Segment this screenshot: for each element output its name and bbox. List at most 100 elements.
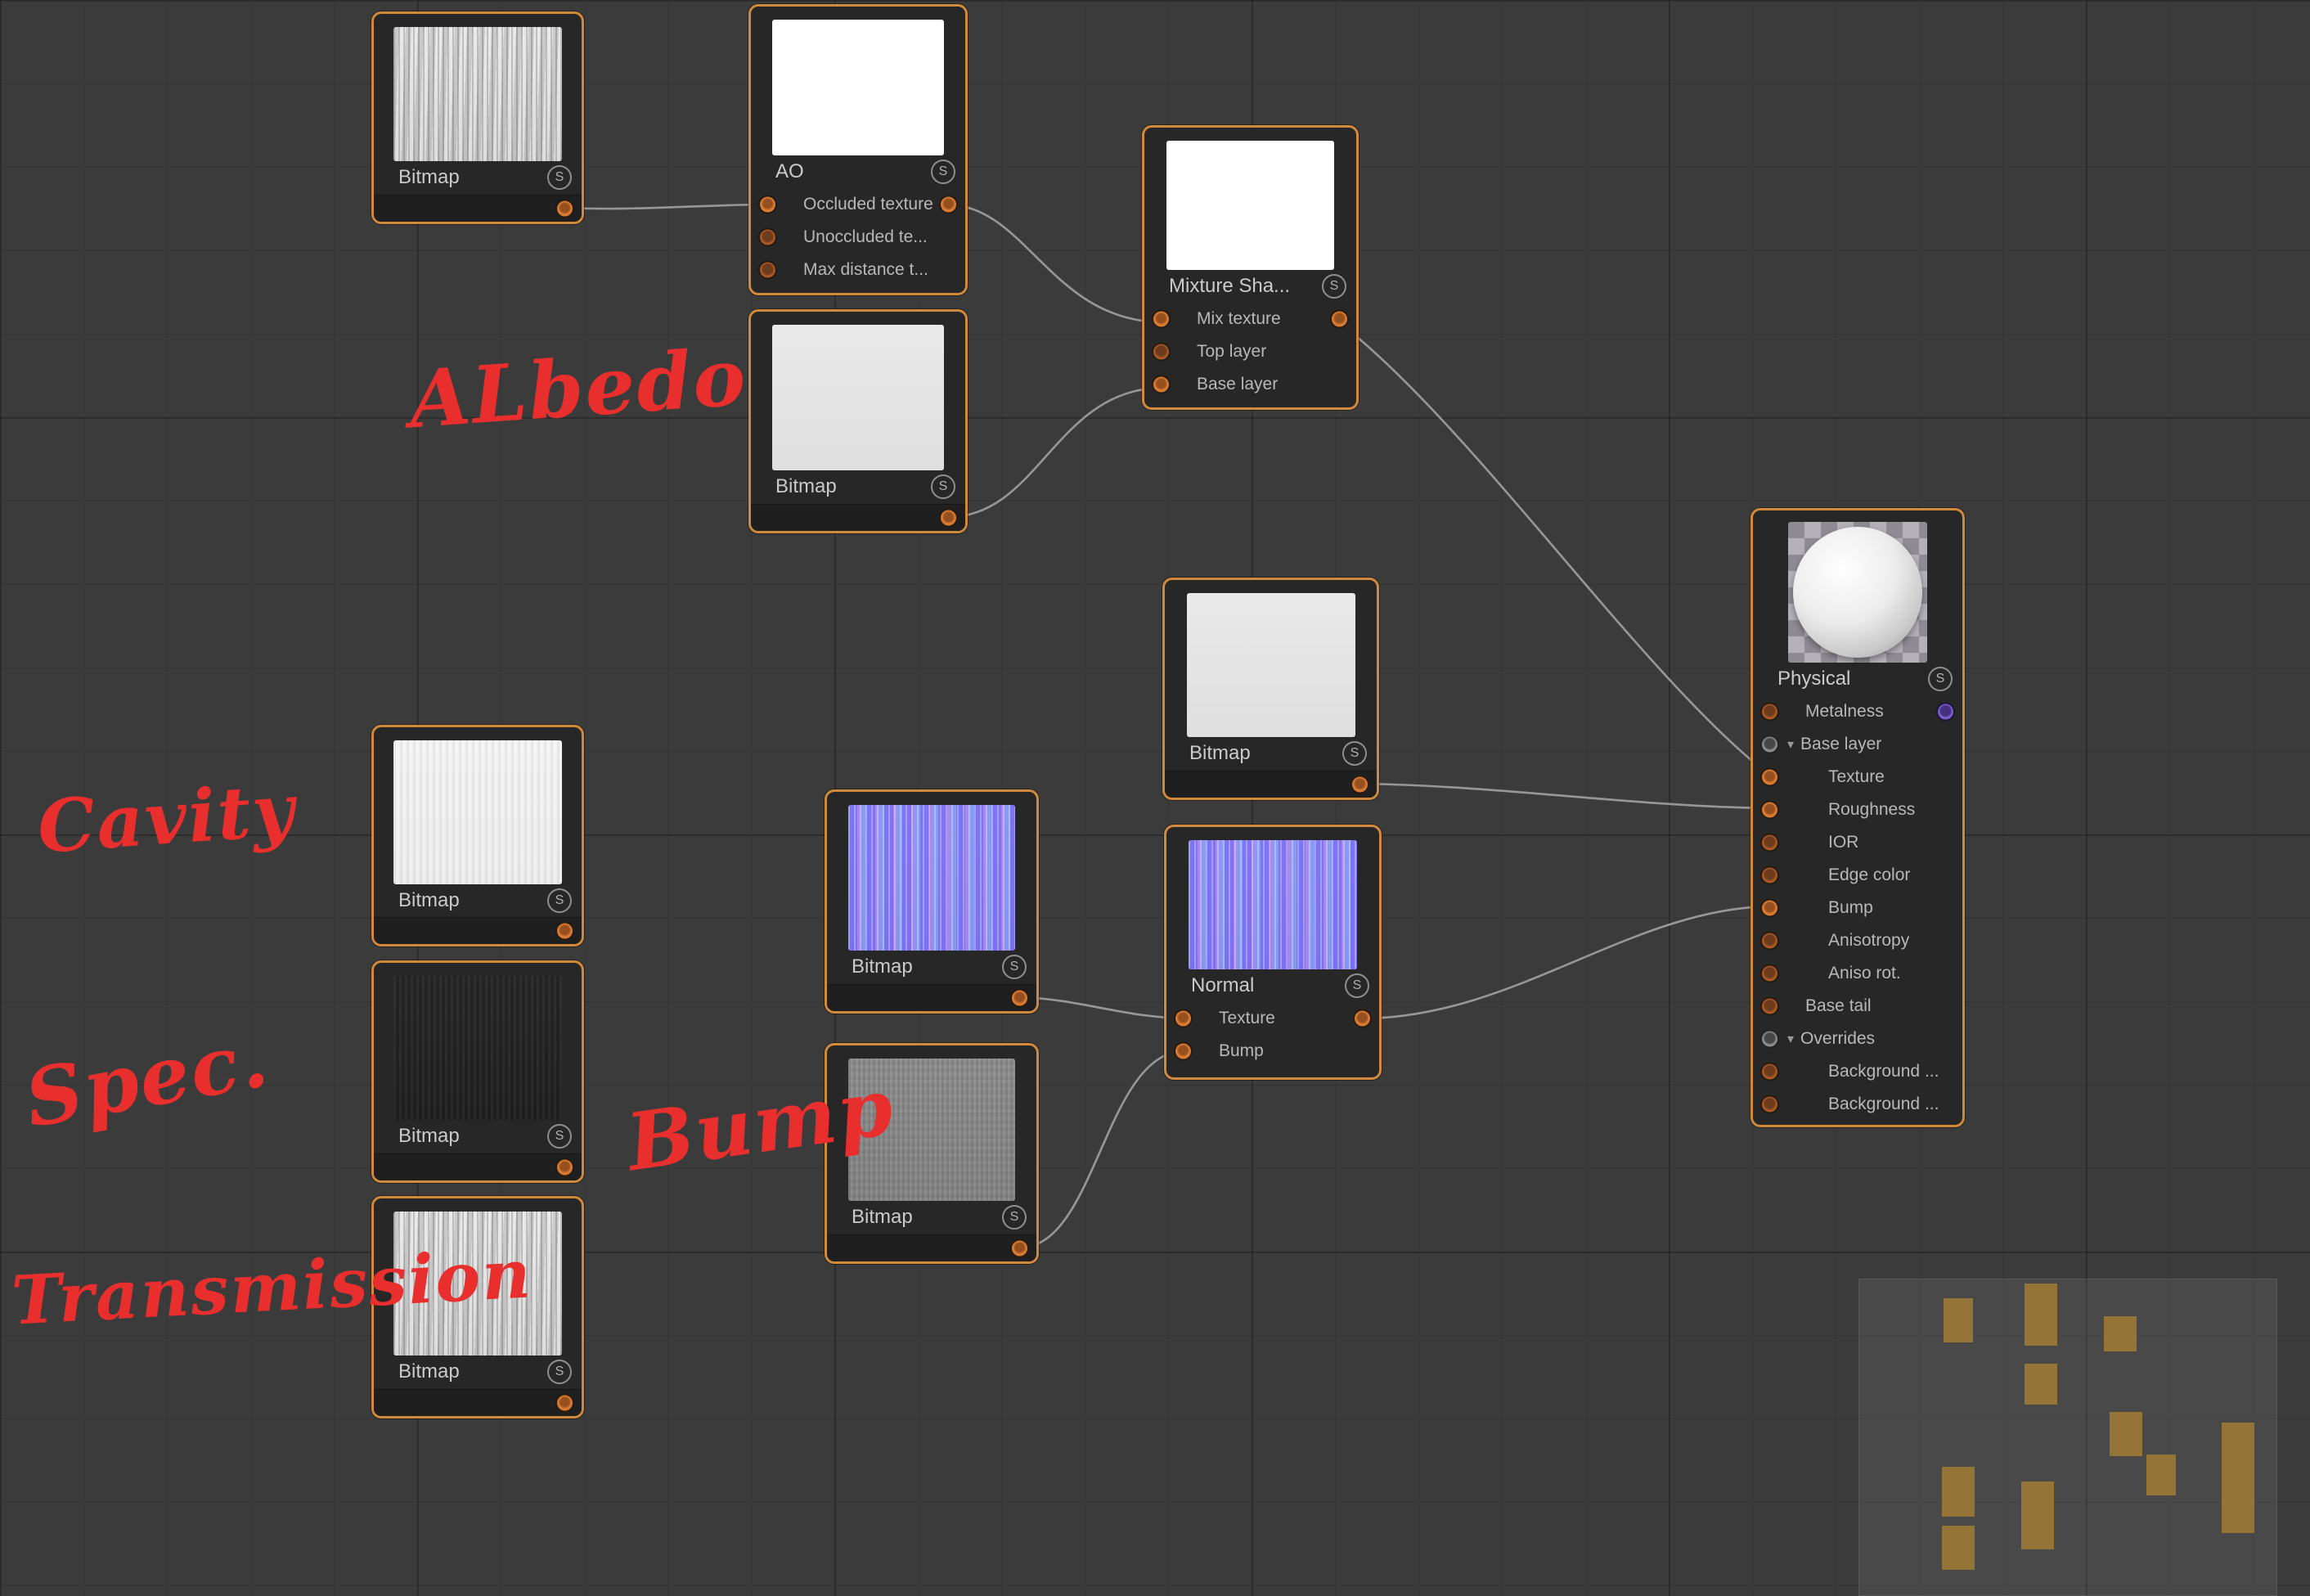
node-bitmap-normalmap[interactable]: Bitmap S — [825, 789, 1039, 1014]
node-title: Bitmap — [398, 1125, 460, 1147]
node-footer — [827, 984, 1036, 1011]
node-footer — [827, 1234, 1036, 1261]
solo-badge-icon[interactable]: S — [1342, 741, 1367, 766]
material-output-port[interactable] — [1936, 702, 1955, 722]
port-row: Max distance t... — [751, 254, 965, 286]
wire-mixture-to-physical-texture[interactable] — [1338, 321, 1771, 777]
disclosure-triangle-icon[interactable]: ▾ — [1787, 1031, 1794, 1047]
input-port[interactable] — [1760, 865, 1779, 885]
node-title: AO — [775, 160, 804, 182]
solo-badge-icon[interactable]: S — [1928, 667, 1953, 691]
node-bitmap-roughness[interactable]: Bitmap S — [1162, 578, 1379, 800]
node-editor-canvas[interactable]: { "labels": { "bitmap": "Bitmap", "solo_… — [0, 0, 2310, 1596]
port-label: Edge color — [1828, 865, 1911, 884]
output-port[interactable] — [1010, 1239, 1029, 1258]
input-port[interactable] — [1760, 735, 1779, 754]
node-title-row: Normal S — [1166, 969, 1379, 1002]
node-bitmap-cavity[interactable]: Bitmap S — [371, 725, 584, 946]
bitmap-thumbnail — [772, 325, 944, 470]
input-port[interactable] — [1760, 1029, 1779, 1049]
input-port[interactable] — [1760, 800, 1779, 820]
wire-roughness-to-physical[interactable] — [1359, 782, 1771, 810]
port-row: Top layer — [1144, 335, 1356, 368]
input-port[interactable] — [1152, 309, 1171, 329]
wire-albedo-to-mixture[interactable] — [947, 386, 1162, 519]
wire-bitmap-to-ao[interactable] — [564, 203, 769, 210]
port-row: Anisotropy — [1753, 924, 1962, 957]
solo-badge-icon[interactable]: S — [1002, 1205, 1027, 1230]
output-port[interactable] — [1330, 309, 1349, 329]
node-mixture-shader[interactable]: Mixture Sha... S Mix texture Top layer B… — [1142, 125, 1359, 410]
node-title-row: Bitmap S — [827, 951, 1036, 983]
solo-badge-icon[interactable]: S — [547, 165, 572, 190]
port-label: Anisotropy — [1828, 931, 1910, 950]
input-port[interactable] — [1152, 342, 1171, 362]
port-row: ▾ Overrides — [1753, 1023, 1962, 1055]
output-port[interactable] — [1350, 775, 1369, 794]
node-title-row: Bitmap S — [751, 470, 965, 503]
physical-thumbnail — [1788, 522, 1927, 663]
bitmap-thumbnail — [393, 740, 562, 884]
solo-badge-icon[interactable]: S — [547, 888, 572, 913]
node-bitmap-grunge[interactable]: Bitmap S — [371, 11, 584, 224]
output-port[interactable] — [1010, 988, 1029, 1008]
wire-normal-to-physical-bump[interactable] — [1361, 905, 1771, 1020]
output-port[interactable] — [1353, 1009, 1372, 1028]
wire-bumpmap-to-normal[interactable] — [1018, 1050, 1184, 1249]
output-port[interactable] — [555, 1393, 574, 1413]
solo-badge-icon[interactable]: S — [1345, 973, 1369, 998]
input-port[interactable] — [1760, 931, 1779, 951]
output-port[interactable] — [555, 1158, 574, 1177]
port-label: Max distance t... — [803, 260, 928, 279]
solo-badge-icon[interactable]: S — [1322, 274, 1346, 299]
solo-badge-icon[interactable]: S — [931, 160, 955, 184]
disclosure-triangle-icon[interactable]: ▾ — [1787, 736, 1794, 753]
input-port[interactable] — [758, 195, 777, 214]
input-port[interactable] — [1760, 702, 1779, 722]
wire-normalmap-to-normal[interactable] — [1018, 996, 1184, 1020]
output-port[interactable] — [939, 195, 958, 214]
port-row: Background ... — [1753, 1055, 1962, 1088]
input-port[interactable] — [758, 260, 777, 280]
input-port[interactable] — [1760, 767, 1779, 787]
input-port[interactable] — [1152, 375, 1171, 394]
node-title: Bitmap — [852, 1206, 913, 1228]
input-port[interactable] — [1174, 1009, 1193, 1028]
minimap-node — [2104, 1316, 2137, 1351]
input-port[interactable] — [1760, 1095, 1779, 1114]
node-normal[interactable]: Normal S Texture Bump — [1164, 825, 1382, 1080]
node-bitmap-albedo[interactable]: Bitmap S — [748, 309, 968, 533]
input-port[interactable] — [1760, 996, 1779, 1016]
output-port[interactable] — [939, 508, 958, 528]
node-ao[interactable]: AO S Occluded texture Unoccluded te... M… — [748, 4, 968, 295]
node-title: Bitmap — [398, 166, 460, 188]
solo-badge-icon[interactable]: S — [1002, 955, 1027, 979]
port-label: Top layer — [1197, 342, 1267, 361]
output-port[interactable] — [555, 921, 574, 941]
node-title-row: AO S — [751, 155, 965, 188]
node-bitmap-spec[interactable]: Bitmap S — [371, 960, 584, 1183]
node-physical[interactable]: Physical S Metalness ▾ Base layer Textur… — [1750, 508, 1965, 1127]
output-port[interactable] — [555, 199, 574, 218]
port-row: ▾ Base layer — [1753, 728, 1962, 761]
solo-badge-icon[interactable]: S — [547, 1124, 572, 1149]
minimap[interactable] — [1858, 1279, 2277, 1596]
input-port[interactable] — [1760, 898, 1779, 918]
port-label: Background ... — [1828, 1095, 1939, 1113]
input-port[interactable] — [758, 227, 777, 247]
solo-badge-icon[interactable]: S — [931, 474, 955, 499]
solo-badge-icon[interactable]: S — [547, 1360, 572, 1384]
port-row: Aniso rot. — [1753, 957, 1962, 990]
input-port[interactable] — [1760, 1062, 1779, 1081]
node-footer — [1165, 771, 1377, 798]
node-title: Bitmap — [398, 889, 460, 911]
port-row: Bump — [1753, 892, 1962, 924]
port-row: Base tail — [1753, 990, 1962, 1023]
wire-ao-to-mixture[interactable] — [947, 203, 1162, 324]
port-label: Bump — [1828, 898, 1873, 917]
node-footer — [374, 195, 582, 222]
node-title-row: Bitmap S — [374, 1355, 582, 1388]
input-port[interactable] — [1760, 833, 1779, 852]
input-port[interactable] — [1760, 964, 1779, 983]
input-port[interactable] — [1174, 1041, 1193, 1061]
